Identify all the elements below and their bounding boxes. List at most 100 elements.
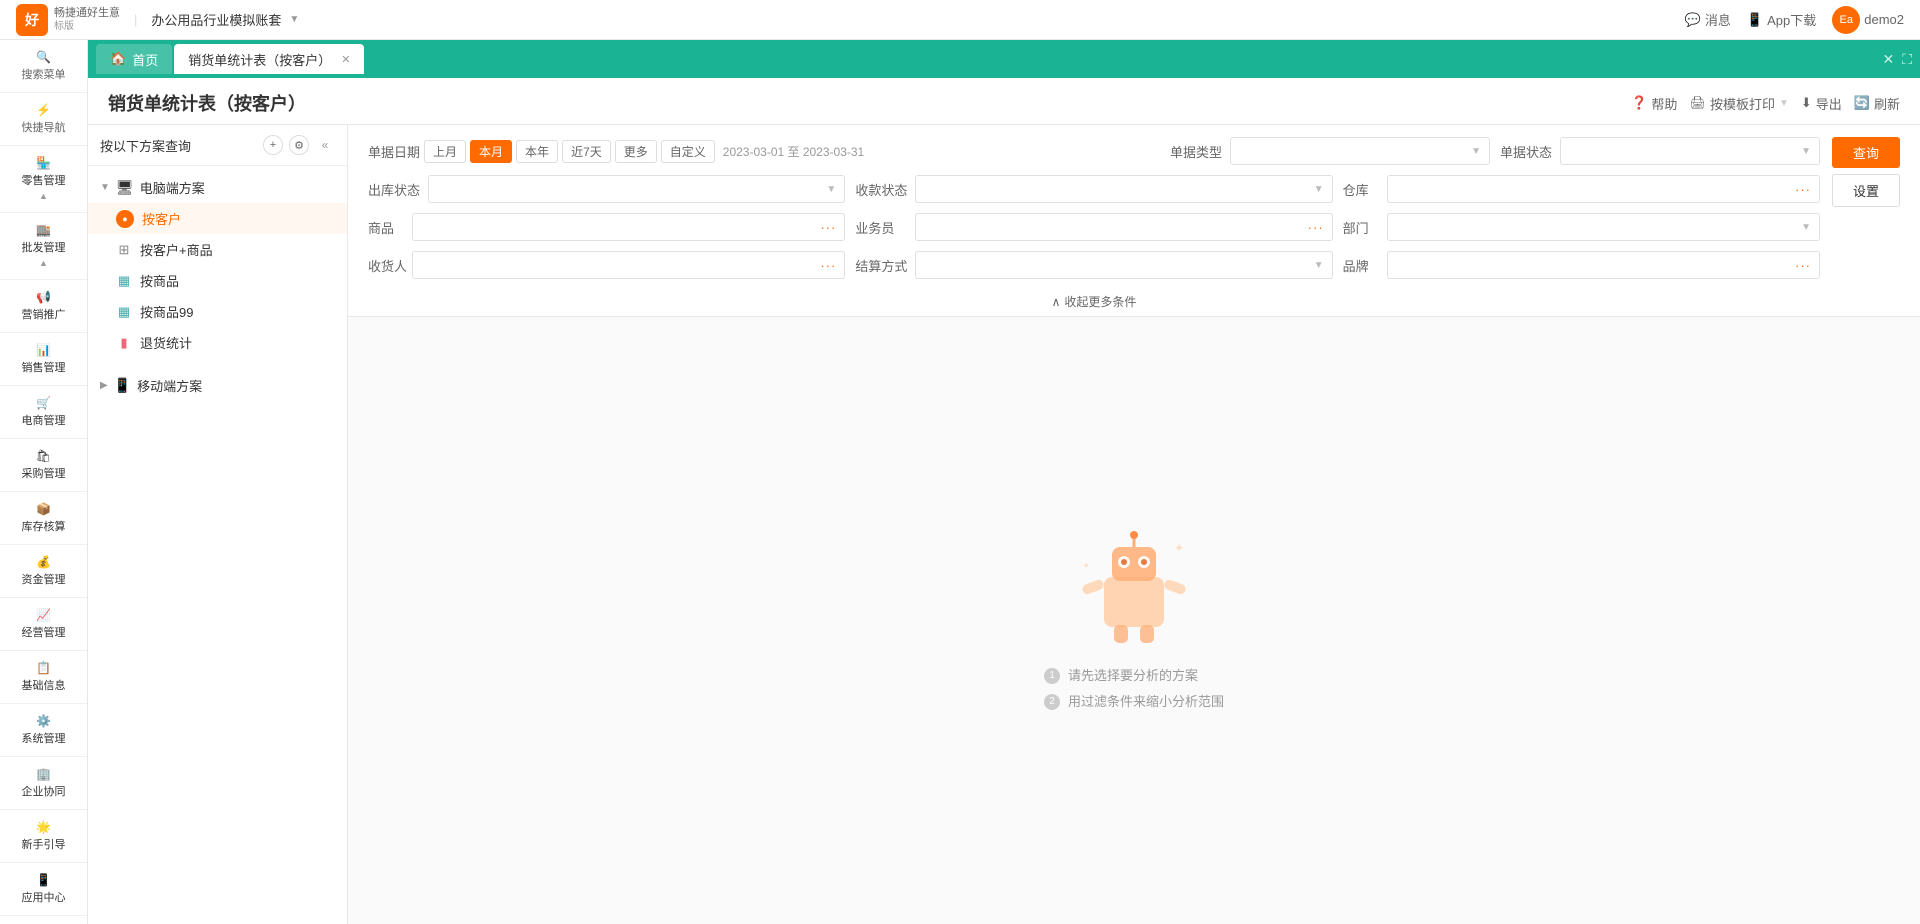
- plan-item-return-stats[interactable]: ▮ 退货统计: [88, 327, 347, 358]
- sidebar-item-system[interactable]: ⚙️ 系统管理: [0, 704, 87, 757]
- product-dots[interactable]: ···: [820, 220, 836, 235]
- export-icon: ⬇: [1801, 95, 1812, 111]
- date-btn-lastmonth[interactable]: 上月: [424, 140, 466, 163]
- query-panel-title: 按以下方案查询: [100, 136, 191, 155]
- sidebar-item-retail[interactable]: 🏪 零售管理 ▲: [0, 146, 87, 213]
- department-select[interactable]: ▼: [1387, 213, 1820, 241]
- export-btn[interactable]: ⬇ 导出: [1801, 94, 1842, 113]
- page-actions: ❓ 帮助 🖨 按模板打印 ▼ ⬇ 导出 🔄 刷新: [1631, 94, 1900, 113]
- warehouse-label: 仓库: [1343, 180, 1383, 199]
- app-download-btn[interactable]: 📱 App下载: [1747, 10, 1816, 29]
- logo-text: 畅捷通好生意 标版: [54, 6, 120, 33]
- home-icon: 🏠: [110, 51, 126, 67]
- title-dropdown-icon[interactable]: ▼: [289, 14, 299, 25]
- search-menu-btn[interactable]: 🔍 搜索菜单: [0, 40, 87, 93]
- receiver-dots[interactable]: ···: [820, 258, 836, 273]
- sidebar-item-basicinfo[interactable]: 📋 基础信息: [0, 651, 87, 704]
- user-avatar[interactable]: Ea demo2: [1832, 6, 1904, 34]
- product-filter: 商品 ···: [368, 213, 845, 241]
- salesperson-select[interactable]: ···: [915, 213, 1332, 241]
- tab-close-btn[interactable]: ✕: [341, 53, 350, 66]
- out-status-label: 出库状态: [368, 180, 424, 199]
- date-btn-custom[interactable]: 自定义: [661, 140, 715, 163]
- plan-item-by-customer[interactable]: ● 按客户: [88, 203, 347, 234]
- main-layout: 🔍 搜索菜单 ⚡ 快捷导航 🏪 零售管理 ▲ 🏬 批发管理 ▲ 📢 营销推广 📊…: [0, 40, 1920, 924]
- sidebar-item-wholesale[interactable]: 🏬 批发管理 ▲: [0, 213, 87, 280]
- inventory-icon: 📦: [36, 502, 51, 516]
- sidebar-item-ecommerce[interactable]: 🛒 电商管理: [0, 386, 87, 439]
- brand-dots[interactable]: ···: [1795, 258, 1811, 273]
- fullscreen-icon[interactable]: ⛶: [1902, 51, 1912, 68]
- doc-type-select[interactable]: ▼: [1230, 137, 1490, 165]
- quick-nav-btn[interactable]: ⚡ 快捷导航: [0, 93, 87, 146]
- sidebar-item-marketing[interactable]: 📢 营销推广: [0, 280, 87, 333]
- svg-text:✦: ✦: [1082, 561, 1090, 572]
- date-btn-last7days[interactable]: 近7天: [562, 140, 611, 163]
- warehouse-dots[interactable]: ···: [1795, 182, 1811, 197]
- tab-home[interactable]: 🏠 首页: [96, 44, 172, 74]
- department-filter: 部门 ▼: [1343, 213, 1820, 241]
- topbar: 好 畅捷通好生意 标版 | 办公用品行业模拟账套 ▼ 💬 消息 📱 App下载 …: [0, 0, 1920, 40]
- sidebar-item-appcenter[interactable]: 📱 应用中心: [0, 863, 87, 916]
- sidebar-item-finance[interactable]: 💰 资金管理: [0, 545, 87, 598]
- brand-filter: 品牌 ···: [1343, 251, 1820, 279]
- refresh-btn[interactable]: 🔄 刷新: [1854, 94, 1900, 113]
- out-status-select[interactable]: ▼: [428, 175, 845, 203]
- add-plan-btn[interactable]: +: [263, 135, 283, 155]
- sidebar-item-enterprise[interactable]: 🏢 企业协同: [0, 757, 87, 810]
- query-btn[interactable]: 查询: [1832, 137, 1900, 168]
- tabbar-right-actions: ✕ ⛶: [1882, 51, 1912, 68]
- query-panel: 按以下方案查询 + ⚙ « ▼ 🖥 电脑端方案 ●: [88, 125, 348, 924]
- help-btn[interactable]: ❓ 帮助: [1631, 94, 1677, 113]
- empty-state: ✦ ✦ 1 请先选择要分析的方案 2 用过滤条件来缩小分析范围: [348, 317, 1920, 924]
- sidebar-item-purchase[interactable]: 🛍 采购管理: [0, 439, 87, 492]
- doc-status-arrow: ▼: [1801, 146, 1811, 157]
- print-dropdown-arrow[interactable]: ▼: [1779, 98, 1789, 109]
- desktop-plan-header[interactable]: ▼ 🖥 电脑端方案: [88, 172, 347, 203]
- sidebar-item-wechat[interactable]: 💬 企业微信: [0, 916, 87, 924]
- logo-area: 好 畅捷通好生意 标版: [16, 4, 120, 36]
- warehouse-select[interactable]: ···: [1387, 175, 1820, 203]
- settings-btn[interactable]: 设置: [1832, 174, 1900, 207]
- filter-row-3: 商品 ··· 业务员: [368, 213, 1820, 241]
- collapse-label: 收起更多条件: [1064, 293, 1136, 310]
- sidebar-item-inventory[interactable]: 📦 库存核算: [0, 492, 87, 545]
- brand-select[interactable]: ···: [1387, 251, 1820, 279]
- collapse-filters-btn[interactable]: ∧ 收起更多条件: [368, 287, 1820, 316]
- date-btn-thismonth[interactable]: 本月: [470, 140, 512, 163]
- tab-sales-stat[interactable]: 销货单统计表（按客户） ✕: [174, 44, 364, 74]
- mobile-plan-header[interactable]: ▶ 📱 移动端方案: [88, 370, 347, 401]
- date-btn-thisyear[interactable]: 本年: [516, 140, 558, 163]
- wholesale-arrow: ▲: [39, 258, 48, 268]
- query-panel-header: 按以下方案查询 + ⚙ «: [88, 125, 347, 166]
- print-btn[interactable]: 🖨 按模板打印 ▼: [1689, 94, 1788, 113]
- date-filter-group: 单据日期 上月 本月 本年 近7天 更多 自定义: [368, 140, 1160, 163]
- empty-svg: ✦ ✦: [1064, 527, 1204, 647]
- receiver-filter: 收货人 ···: [368, 251, 845, 279]
- doc-status-select[interactable]: ▼: [1560, 137, 1820, 165]
- settings-plan-btn[interactable]: ⚙: [289, 135, 309, 155]
- collapse-panel-btn[interactable]: «: [315, 135, 335, 155]
- plan-item-by-product[interactable]: ▦ 按商品: [88, 265, 347, 296]
- sidebar-item-sales[interactable]: 📊 销售管理: [0, 333, 87, 386]
- receipt-status-arrow: ▼: [1314, 184, 1324, 195]
- sidebar-item-operation[interactable]: 📈 经营管理: [0, 598, 87, 651]
- date-btn-more[interactable]: 更多: [615, 140, 657, 163]
- product-select[interactable]: ···: [412, 213, 845, 241]
- brand-label: 品牌: [1343, 256, 1383, 275]
- message-btn[interactable]: 💬 消息: [1685, 10, 1731, 29]
- out-status-arrow: ▼: [826, 184, 836, 195]
- salesperson-dots[interactable]: ···: [1308, 220, 1324, 235]
- right-section: 🏠 首页 销货单统计表（按客户） ✕ ✕ ⛶ 销货单统计表（按客户） ❓ 帮助: [88, 40, 1920, 924]
- settlement-select[interactable]: ▼: [915, 251, 1332, 279]
- receipt-status-select[interactable]: ▼: [915, 175, 1332, 203]
- plan-item-by-product99[interactable]: ▦ 按商品99: [88, 296, 347, 327]
- sidebar-item-newuser[interactable]: 🌟 新手引导: [0, 810, 87, 863]
- receipt-status-label: 收款状态: [855, 180, 911, 199]
- help-icon: ❓: [1631, 95, 1647, 111]
- plan-item-by-customer-product[interactable]: ⊞ 按客户+商品: [88, 234, 347, 265]
- filters-container: 单据日期 上月 本月 本年 近7天 更多 自定义: [368, 137, 1820, 316]
- receiver-select[interactable]: ···: [412, 251, 845, 279]
- close-tab-icon[interactable]: ✕: [1882, 51, 1894, 68]
- avatar: Ea: [1832, 6, 1860, 34]
